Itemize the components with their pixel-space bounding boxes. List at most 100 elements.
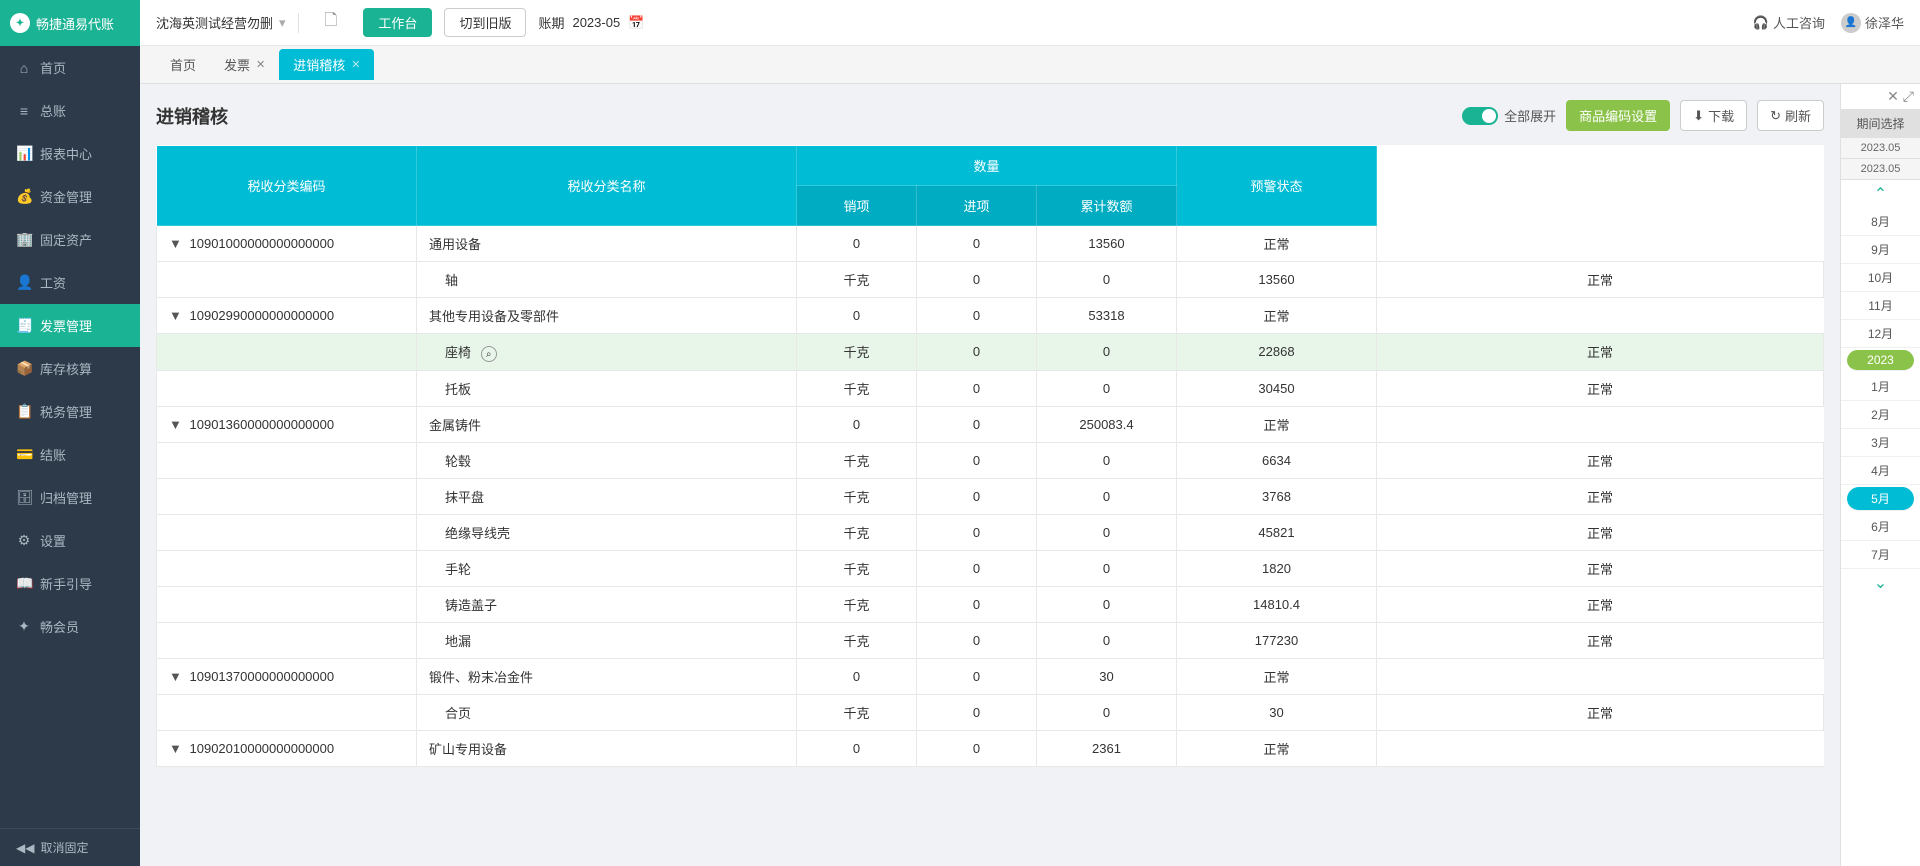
- product-code-button[interactable]: 商品编码设置: [1566, 100, 1670, 131]
- refresh-label: 刷新: [1785, 106, 1811, 125]
- row-status: 正常: [1377, 334, 1824, 371]
- table-row: ▼ 10902010000000000000 矿山专用设备 0 0 2361 正…: [157, 730, 1824, 766]
- download-button[interactable]: ⬇ 下载: [1680, 100, 1747, 131]
- unpin-label: 取消固定: [40, 839, 88, 856]
- sidebar-item-guide[interactable]: 📖 新手引导: [0, 562, 140, 605]
- expand-toggle[interactable]: 全部展开: [1462, 106, 1556, 125]
- row-sales: 0: [797, 658, 917, 694]
- row-unit: 千克: [797, 334, 917, 371]
- row-status: 正常: [1377, 622, 1824, 658]
- period-month-5[interactable]: 5月: [1847, 487, 1914, 511]
- expand-icon[interactable]: ▼: [169, 308, 182, 323]
- page-content: 进销稽核 全部展开 商品编码设置 ⬇ 下载: [140, 84, 1840, 866]
- support-button[interactable]: 🎧 人工咨询: [1753, 13, 1825, 32]
- unpin-button[interactable]: ◀◀ 取消固定: [0, 828, 140, 866]
- col-purchase: 进项: [917, 186, 1037, 226]
- row-status: 正常: [1177, 298, 1377, 334]
- row-sales: 0: [917, 694, 1037, 730]
- sidebar-item-tax[interactable]: 📋 税务管理: [0, 390, 140, 433]
- row-status: 正常: [1377, 550, 1824, 586]
- sidebar-item-funds[interactable]: 💰 资金管理: [0, 175, 140, 218]
- sidebar-item-archive[interactable]: 🗄 归档管理: [0, 476, 140, 519]
- tab-reconcile[interactable]: 进销稽核 ✕: [279, 49, 374, 80]
- switch-version-button[interactable]: 切到旧版: [444, 8, 526, 37]
- period-panel-title: 期间选择: [1841, 109, 1920, 138]
- company-selector[interactable]: 沈海英测试经营勿删 ▾: [156, 13, 286, 32]
- expand-icon[interactable]: ▼: [169, 417, 182, 432]
- period-month-8[interactable]: 8月: [1841, 208, 1920, 236]
- toggle-track[interactable]: [1462, 107, 1498, 125]
- row-sales: 0: [917, 370, 1037, 406]
- period-month-2[interactable]: 2月: [1841, 401, 1920, 429]
- row-name: 合页: [417, 694, 797, 730]
- period-month-10[interactable]: 10月: [1841, 264, 1920, 292]
- table-row: 抹平盘 千克 0 0 3768 正常: [157, 478, 1824, 514]
- sidebar-item-salary[interactable]: 👤 工资: [0, 261, 140, 304]
- tab-home[interactable]: 首页: [156, 49, 210, 80]
- period-month-9[interactable]: 9月: [1841, 236, 1920, 264]
- tab-home-label: 首页: [170, 55, 196, 74]
- sidebar-item-member[interactable]: ✦ 畅会员: [0, 605, 140, 648]
- sidebar-item-reports[interactable]: 📊 报表中心: [0, 132, 140, 175]
- row-unit: 千克: [797, 550, 917, 586]
- row-unit: 千克: [797, 442, 917, 478]
- topbar: 沈海英测试经营勿删 ▾ 🗋 工作台 切到旧版 账期 2023-05 📅 🎧 人工…: [140, 0, 1920, 46]
- user-info[interactable]: 👤 徐泽华: [1841, 13, 1904, 33]
- period-scroll-up[interactable]: ⌃: [1841, 180, 1920, 208]
- period-month-4[interactable]: 4月: [1841, 457, 1920, 485]
- row-status: 正常: [1177, 406, 1377, 442]
- panel-close-button[interactable]: ✕: [1887, 88, 1899, 105]
- period-month-1[interactable]: 1月: [1841, 373, 1920, 401]
- sidebar-item-home[interactable]: ⌂ 首页: [0, 46, 140, 89]
- row-status: 正常: [1177, 226, 1377, 262]
- period-year-marker: 2023: [1847, 350, 1914, 371]
- row-total: 1820: [1177, 550, 1377, 586]
- col-name: 税收分类名称: [417, 146, 797, 226]
- archive-btn[interactable]: 🗋: [311, 5, 352, 40]
- period-scroll-down[interactable]: ⌄: [1841, 569, 1920, 597]
- refresh-button[interactable]: ↻ 刷新: [1757, 100, 1824, 131]
- switch-label: 切到旧版: [459, 16, 511, 31]
- sidebar-item-invoice[interactable]: 🧾 发票管理: [0, 304, 140, 347]
- row-total: 30: [1037, 658, 1177, 694]
- table-row: 手轮 千克 0 0 1820 正常: [157, 550, 1824, 586]
- search-icon[interactable]: ⌕: [481, 346, 497, 362]
- sidebar-item-label: 新手引导: [40, 574, 92, 593]
- period-month-12[interactable]: 12月: [1841, 320, 1920, 348]
- sidebar-item-assets[interactable]: 🏢 固定资产: [0, 218, 140, 261]
- sidebar-item-checkout[interactable]: 💳 结账: [0, 433, 140, 476]
- row-code: ▼ 10902010000000000000: [157, 730, 417, 766]
- tab-reconcile-close[interactable]: ✕: [351, 58, 360, 71]
- row-name: 金属铸件: [417, 406, 797, 442]
- row-sales: 0: [797, 226, 917, 262]
- sidebar-item-settings[interactable]: ⚙ 设置: [0, 519, 140, 562]
- period-month-7[interactable]: 7月: [1841, 541, 1920, 569]
- panel-expand-button[interactable]: ⤢: [1903, 88, 1914, 105]
- period-month-11[interactable]: 11月: [1841, 292, 1920, 320]
- table-row: 轮毂 千克 0 0 6634 正常: [157, 442, 1824, 478]
- row-code: [157, 334, 417, 371]
- row-purchase: 0: [917, 298, 1037, 334]
- period-label: 账期: [538, 13, 564, 32]
- workbench-button[interactable]: 工作台: [363, 8, 432, 37]
- ledger-icon: ≡: [16, 103, 32, 119]
- table-row: 地漏 千克 0 0 177230 正常: [157, 622, 1824, 658]
- row-sales: 0: [917, 442, 1037, 478]
- tab-invoice-close[interactable]: ✕: [256, 58, 265, 71]
- topbar-right: 🎧 人工咨询 👤 徐泽华: [1753, 13, 1904, 33]
- sidebar-item-label: 税务管理: [40, 402, 92, 421]
- expand-icon[interactable]: ▼: [169, 236, 182, 251]
- tab-invoice[interactable]: 发票 ✕: [210, 49, 279, 80]
- sidebar-item-inventory[interactable]: 📦 库存核算: [0, 347, 140, 390]
- row-total: 6634: [1177, 442, 1377, 478]
- row-purchase: 0: [1037, 586, 1177, 622]
- salary-icon: 👤: [16, 274, 32, 291]
- workbench-label: 工作台: [378, 16, 417, 31]
- expand-icon[interactable]: ▼: [169, 741, 182, 756]
- period-month-3[interactable]: 3月: [1841, 429, 1920, 457]
- period-year-2: 2023.05: [1841, 159, 1920, 180]
- period-month-6[interactable]: 6月: [1841, 513, 1920, 541]
- calendar-icon[interactable]: 📅: [628, 15, 644, 31]
- expand-icon[interactable]: ▼: [169, 669, 182, 684]
- sidebar-item-ledger[interactable]: ≡ 总账: [0, 89, 140, 132]
